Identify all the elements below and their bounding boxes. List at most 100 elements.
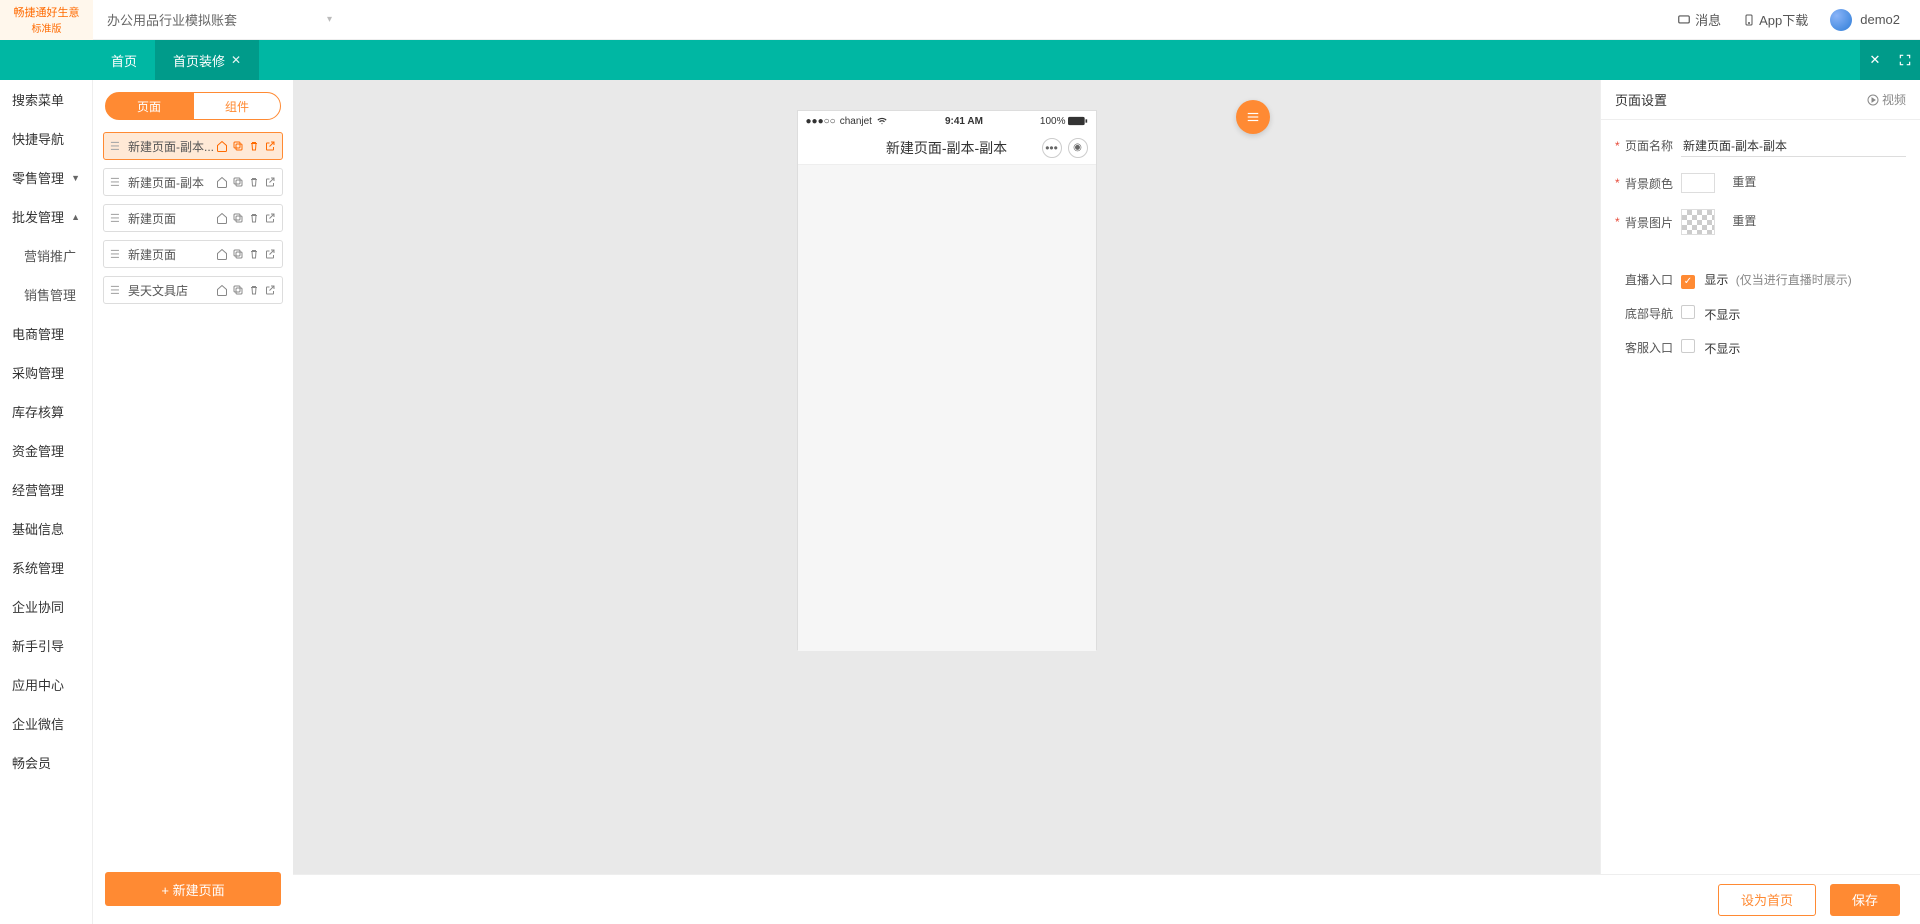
- target-icon[interactable]: ◉: [1068, 138, 1088, 158]
- wifi-icon: [876, 116, 888, 126]
- sidebar-item-12[interactable]: 系统管理: [0, 548, 92, 587]
- page-row[interactable]: ☰新建页面: [103, 204, 283, 232]
- page-row-name: 新建页面-副本: [128, 174, 216, 191]
- page-panel: 页面 组件 ☰新建页面-副本...☰新建页面-副本☰新建页面☰新建页面☰昊天文具…: [93, 80, 293, 924]
- bottom-nav-checkbox[interactable]: [1681, 305, 1695, 319]
- row-bg-color: * 背景颜色 重置: [1615, 173, 1906, 193]
- settings-panel: 页面设置 视频 * 页面名称 * 背景颜色 重置: [1600, 80, 1920, 924]
- copy-icon[interactable]: [232, 248, 244, 260]
- row-bg-image: * 背景图片 重置: [1615, 209, 1906, 235]
- sidebar-item-label: 营销推广: [24, 246, 76, 265]
- drag-handle-icon[interactable]: ☰: [110, 212, 124, 225]
- copy-icon[interactable]: [232, 140, 244, 152]
- live-entry-label: 直播入口: [1625, 271, 1681, 288]
- footer: 设为首页 保存: [293, 874, 1920, 924]
- sidebar-item-9[interactable]: 资金管理: [0, 431, 92, 470]
- video-help-button[interactable]: 视频: [1867, 91, 1906, 108]
- account-select-label: 办公用品行业模拟账套: [107, 10, 237, 29]
- bg-color-reset[interactable]: 重置: [1732, 175, 1756, 189]
- tab-close-all-button[interactable]: ✕: [1860, 40, 1890, 80]
- external-link-icon[interactable]: [264, 140, 276, 152]
- tab-home[interactable]: 首页: [93, 40, 155, 80]
- sidebar-item-4[interactable]: 营销推广: [0, 236, 92, 275]
- copy-icon[interactable]: [232, 212, 244, 224]
- account-select[interactable]: 办公用品行业模拟账套 ▾: [107, 10, 332, 29]
- sidebar-item-label: 经营管理: [12, 480, 64, 499]
- delete-icon[interactable]: [248, 140, 260, 152]
- live-entry-show: 显示: [1704, 273, 1728, 287]
- delete-icon[interactable]: [248, 176, 260, 188]
- bg-color-swatch[interactable]: [1681, 173, 1715, 193]
- bg-image-label: 背景图片: [1625, 214, 1681, 231]
- page-list: ☰新建页面-副本...☰新建页面-副本☰新建页面☰新建页面☰昊天文具店: [93, 132, 293, 862]
- settings-title: 页面设置: [1615, 90, 1667, 109]
- copy-icon[interactable]: [232, 176, 244, 188]
- sidebar-item-14[interactable]: 新手引导: [0, 626, 92, 665]
- page-panel-tab-components-label: 组件: [225, 98, 249, 115]
- delete-icon[interactable]: [248, 212, 260, 224]
- delete-icon[interactable]: [248, 248, 260, 260]
- home-icon[interactable]: [216, 248, 228, 260]
- sidebar-item-17[interactable]: 畅会员: [0, 743, 92, 782]
- messages-button[interactable]: 消息: [1677, 10, 1721, 29]
- page-panel-tab-components[interactable]: 组件: [193, 92, 281, 120]
- page-row[interactable]: ☰新建页面: [103, 240, 283, 268]
- bg-image-reset[interactable]: 重置: [1732, 214, 1756, 228]
- tab-fullscreen-button[interactable]: [1890, 40, 1920, 80]
- save-button[interactable]: 保存: [1830, 884, 1900, 916]
- workarea: 页面 组件 ☰新建页面-副本...☰新建页面-副本☰新建页面☰新建页面☰昊天文具…: [93, 80, 1920, 924]
- sidebar-item-2[interactable]: 零售管理▼: [0, 158, 92, 197]
- app-download-button[interactable]: App下载: [1743, 10, 1808, 29]
- phone-titlebar: 新建页面-副本-副本 ••• ◉: [798, 131, 1096, 165]
- page-name-input[interactable]: [1681, 134, 1906, 157]
- sidebar: 搜索菜单快捷导航零售管理▼批发管理▲ 营销推广销售管理电商管理采购管理库存核算资金…: [0, 80, 93, 924]
- sidebar-item-6[interactable]: 电商管理: [0, 314, 92, 353]
- set-home-button[interactable]: 设为首页: [1718, 884, 1816, 916]
- home-icon[interactable]: [216, 140, 228, 152]
- external-link-icon[interactable]: [264, 248, 276, 260]
- copy-icon[interactable]: [232, 284, 244, 296]
- sidebar-item-8[interactable]: 库存核算: [0, 392, 92, 431]
- sidebar-item-5[interactable]: 销售管理: [0, 275, 92, 314]
- tabstrip-right: ✕: [1860, 40, 1920, 80]
- cs-entry-checkbox[interactable]: [1681, 339, 1695, 353]
- user-menu[interactable]: demo2: [1830, 9, 1900, 31]
- external-link-icon[interactable]: [264, 284, 276, 296]
- sidebar-item-1[interactable]: 快捷导航: [0, 119, 92, 158]
- close-icon[interactable]: ✕: [231, 53, 241, 67]
- more-icon[interactable]: •••: [1042, 138, 1062, 158]
- float-menu-button[interactable]: [1236, 100, 1270, 134]
- new-page-button[interactable]: + 新建页面: [105, 872, 281, 906]
- drag-handle-icon[interactable]: ☰: [110, 140, 124, 153]
- sidebar-item-13[interactable]: 企业协同: [0, 587, 92, 626]
- sidebar-item-15[interactable]: 应用中心: [0, 665, 92, 704]
- sidebar-item-0[interactable]: 搜索菜单: [0, 80, 92, 119]
- home-icon[interactable]: [216, 176, 228, 188]
- sidebar-item-16[interactable]: 企业微信: [0, 704, 92, 743]
- logo-edition: 标准版: [32, 20, 62, 35]
- home-icon[interactable]: [216, 284, 228, 296]
- page-row[interactable]: ☰新建页面-副本...: [103, 132, 283, 160]
- home-icon[interactable]: [216, 212, 228, 224]
- sidebar-item-3[interactable]: 批发管理▲: [0, 197, 92, 236]
- battery-icon: [1068, 116, 1088, 126]
- live-entry-checkbox[interactable]: ✓: [1681, 275, 1695, 289]
- sidebar-item-11[interactable]: 基础信息: [0, 509, 92, 548]
- sidebar-item-10[interactable]: 经营管理: [0, 470, 92, 509]
- page-row[interactable]: ☰昊天文具店: [103, 276, 283, 304]
- logo[interactable]: 畅捷通好生意 标准版: [0, 0, 93, 40]
- messages-label: 消息: [1695, 10, 1721, 29]
- delete-icon[interactable]: [248, 284, 260, 296]
- drag-handle-icon[interactable]: ☰: [110, 284, 124, 297]
- tab-decorate[interactable]: 首页装修 ✕: [155, 40, 259, 80]
- logo-brand: 畅捷通好生意: [14, 4, 80, 20]
- page-row[interactable]: ☰ 新建页面-副本: [103, 168, 283, 196]
- external-link-icon[interactable]: [264, 212, 276, 224]
- drag-handle-icon[interactable]: ☰: [110, 176, 124, 189]
- external-link-icon[interactable]: [264, 176, 276, 188]
- bg-image-picker[interactable]: [1681, 209, 1715, 235]
- page-panel-tab-pages[interactable]: 页面: [105, 92, 193, 120]
- drag-handle-icon[interactable]: ☰: [110, 248, 124, 261]
- phone-body[interactable]: [798, 165, 1096, 651]
- sidebar-item-7[interactable]: 采购管理: [0, 353, 92, 392]
